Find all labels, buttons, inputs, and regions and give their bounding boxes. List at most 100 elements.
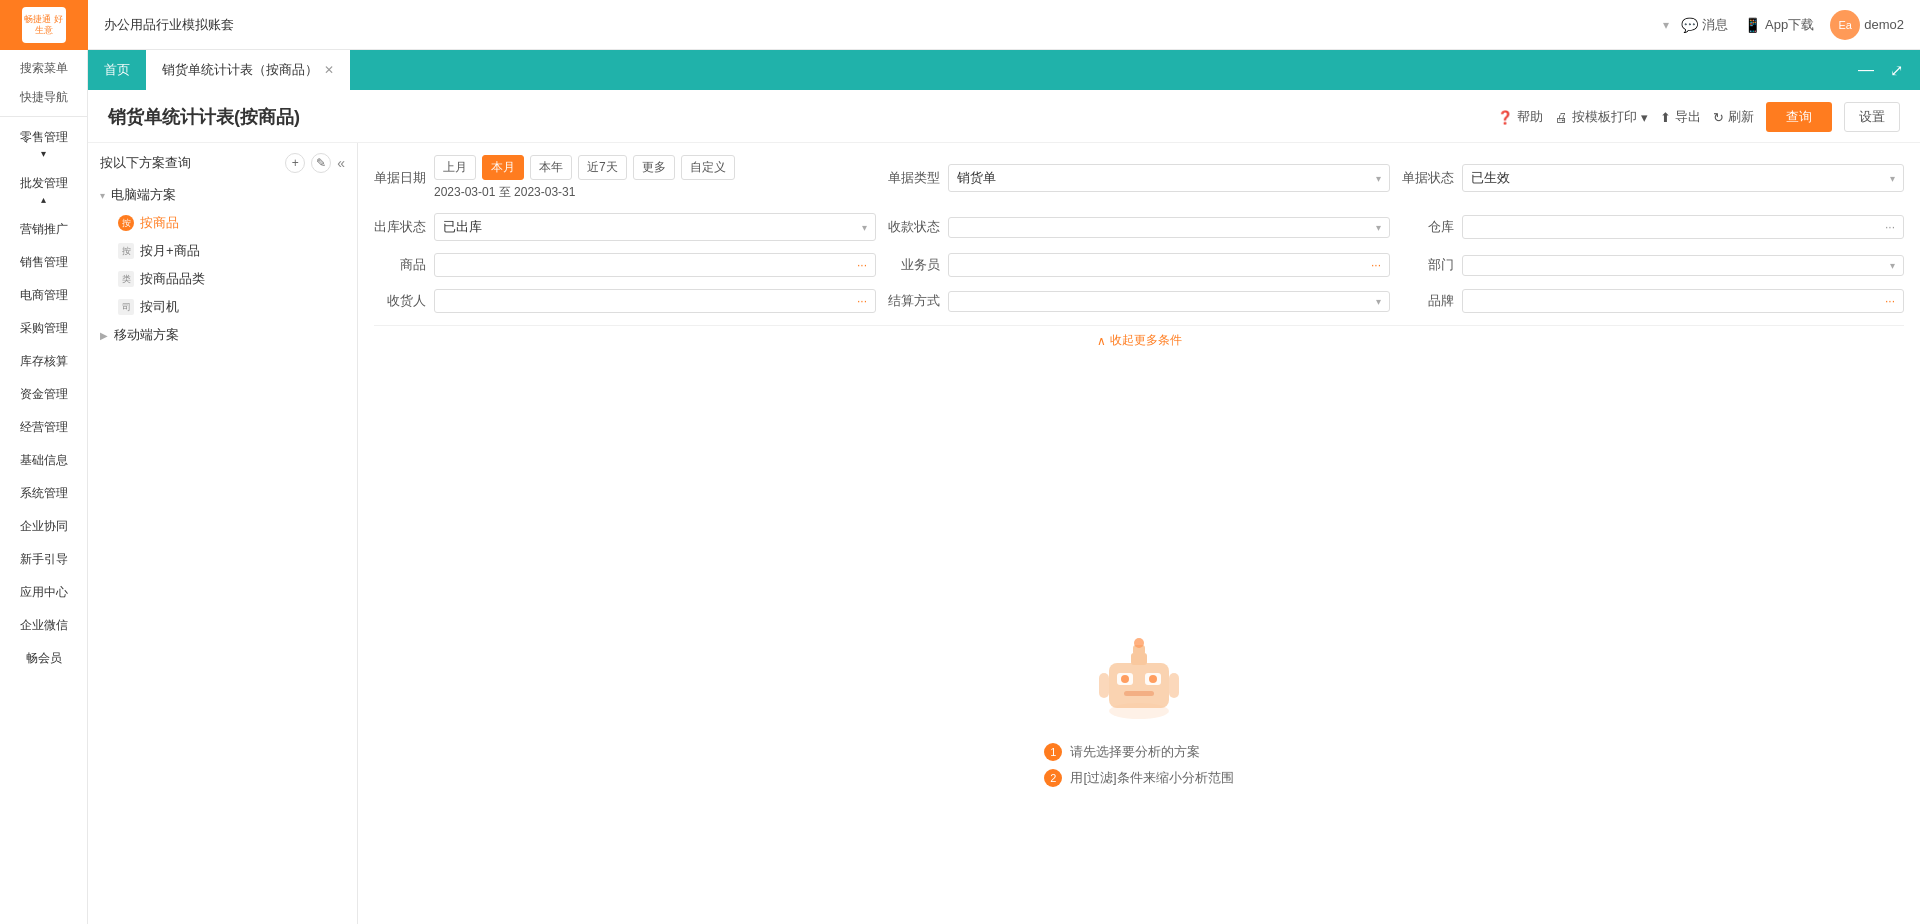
message-icon: 💬 [1681, 17, 1698, 33]
right-section: 单据日期 上月 本月 本年 近7天 更多 自定义 [358, 143, 1920, 924]
sidebar-item-member[interactable]: 畅会员 [0, 642, 87, 675]
chevron-down-icon: ▾ [1376, 222, 1381, 233]
sidebar-item-system[interactable]: 系统管理 [0, 477, 87, 510]
sidebar-item-label: 基础信息 [20, 452, 68, 469]
sidebar-item-wholesale[interactable]: 批发管理 ▴ [0, 167, 87, 213]
query-button[interactable]: 查询 [1766, 102, 1832, 132]
sidebar-item-inventory[interactable]: 库存核算 [0, 345, 87, 378]
date-last-month-btn[interactable]: 上月 [434, 155, 476, 180]
filter-row-1: 单据日期 上月 本月 本年 近7天 更多 自定义 [374, 155, 1904, 201]
left-panel-title: 按以下方案查询 [100, 154, 191, 172]
sidebar-item-apps[interactable]: 应用中心 [0, 576, 87, 609]
tree-child-by-month-goods[interactable]: 按 按月+商品 [88, 237, 357, 265]
sidebar-item-finance[interactable]: 资金管理 [0, 378, 87, 411]
refresh-button[interactable]: ↻ 刷新 [1713, 108, 1754, 126]
tree-parent-mobile[interactable]: ▶ 移动端方案 [88, 321, 357, 349]
date-label: 单据日期 [374, 169, 434, 187]
brand-select[interactable]: ··· [1462, 289, 1904, 313]
sidebar-item-basic[interactable]: 基础信息 [0, 444, 87, 477]
tab-minimize-button[interactable]: — [1854, 58, 1878, 82]
download-icon: 📱 [1744, 17, 1761, 33]
print-button[interactable]: 🖨 按模板打印 ▾ [1555, 108, 1648, 126]
date-this-month-btn[interactable]: 本月 [482, 155, 524, 180]
industry-title: 办公用品行业模拟账套 [104, 16, 1651, 34]
tab-maximize-button[interactable]: ⤢ [1884, 58, 1908, 82]
chevron-down-icon: ▾ [1890, 173, 1895, 184]
empty-illustration [1079, 623, 1199, 723]
sidebar-item-wechat[interactable]: 企业微信 [0, 609, 87, 642]
tree-child-by-goods[interactable]: 按 按商品 [88, 209, 357, 237]
help-button[interactable]: ❓ 帮助 [1497, 108, 1543, 126]
dots-icon: ··· [857, 294, 867, 308]
sidebar-item-quick-nav[interactable]: 快捷导航 [0, 83, 87, 117]
dept-select[interactable]: ▾ [1462, 255, 1904, 276]
out-status-filter: 出库状态 已出库 ▾ [374, 213, 876, 241]
payment-status-filter: 收款状态 ▾ [888, 213, 1390, 241]
sidebar-item-label: 营销推广 [20, 221, 68, 238]
doc-status-filter: 单据状态 已生效 ▾ [1402, 155, 1904, 201]
payment-status-label: 收款状态 [888, 218, 948, 236]
content-inner: 销货单统计计表(按商品) ❓ 帮助 🖨 按模板打印 ▾ ⬆ 导出 [88, 90, 1920, 924]
doc-status-select[interactable]: 已生效 ▾ [1462, 164, 1904, 192]
dropdown-icon[interactable]: ▾ [1663, 18, 1669, 32]
tab-sales-stats[interactable]: 销货单统计计表（按商品） ✕ [146, 50, 350, 90]
empty-state: 1 请先选择要分析的方案 2 用[过滤]条件来缩小分析范围 [358, 486, 1920, 925]
sidebar-item-newbie[interactable]: 新手引导 [0, 543, 87, 576]
help-icon: ❓ [1497, 110, 1513, 125]
svg-rect-1 [1109, 663, 1169, 708]
collapse-panel-button[interactable]: « [337, 155, 345, 171]
collapse-filters-button[interactable]: ∧ 收起更多条件 [374, 325, 1904, 355]
filter-panel: 单据日期 上月 本月 本年 近7天 更多 自定义 [358, 143, 1920, 486]
receiver-select[interactable]: ··· [434, 289, 876, 313]
out-status-select[interactable]: 已出库 ▾ [434, 213, 876, 241]
warehouse-filter: 仓库 ··· [1402, 213, 1904, 241]
goods-select[interactable]: ··· [434, 253, 876, 277]
tree-child-by-category[interactable]: 类 按商品品类 [88, 265, 357, 293]
sidebar-item-enterprise[interactable]: 企业协同 [0, 510, 87, 543]
settings-button[interactable]: 设置 [1844, 102, 1900, 132]
avatar: Ea [1830, 10, 1860, 40]
active-scheme-icon: 按 [118, 215, 134, 231]
add-scheme-button[interactable]: + [285, 153, 305, 173]
dots-icon: ··· [1885, 220, 1895, 234]
sidebar-item-operation[interactable]: 经营管理 [0, 411, 87, 444]
brand-filter: 品牌 ··· [1402, 289, 1904, 313]
filter-row-3: 商品 ··· 业务员 ··· [374, 253, 1904, 277]
empty-tip-1: 1 请先选择要分析的方案 [1044, 743, 1233, 761]
message-button[interactable]: 💬 消息 [1681, 16, 1728, 34]
sidebar-item-retail[interactable]: 零售管理 ▾ [0, 121, 87, 167]
app-download-button[interactable]: 📱 App下载 [1744, 16, 1814, 34]
date-custom-btn[interactable]: 自定义 [681, 155, 735, 180]
dots-icon: ··· [857, 258, 867, 272]
warehouse-select[interactable]: ··· [1462, 215, 1904, 239]
doc-type-select[interactable]: 销货单 ▾ [948, 164, 1390, 192]
tab-close-icon[interactable]: ✕ [324, 63, 334, 77]
payment-status-select[interactable]: ▾ [948, 217, 1390, 238]
settlement-select[interactable]: ▾ [948, 291, 1390, 312]
sales-stats-tab-label: 销货单统计计表（按商品） [162, 61, 318, 79]
edit-scheme-button[interactable]: ✎ [311, 153, 331, 173]
sidebar-item-label: 采购管理 [20, 320, 68, 337]
tree-parent-label: 电脑端方案 [111, 186, 176, 204]
empty-tips: 1 请先选择要分析的方案 2 用[过滤]条件来缩小分析范围 [1044, 743, 1233, 787]
sidebar-item-label: 企业协同 [20, 518, 68, 535]
date-more-btn[interactable]: 更多 [633, 155, 675, 180]
tree-parent-desktop[interactable]: ▾ 电脑端方案 [88, 181, 357, 209]
dept-filter: 部门 ▾ [1402, 253, 1904, 277]
sidebar-item-ecommerce[interactable]: 电商管理 [0, 279, 87, 312]
user-profile[interactable]: Ea demo2 [1830, 10, 1904, 40]
date-this-year-btn[interactable]: 本年 [530, 155, 572, 180]
sidebar-item-purchase[interactable]: 采购管理 [0, 312, 87, 345]
doc-type-value: 销货单 [957, 169, 996, 187]
date-last-7days-btn[interactable]: 近7天 [578, 155, 627, 180]
salesman-select[interactable]: ··· [948, 253, 1390, 277]
tab-home[interactable]: 首页 [88, 50, 146, 90]
receiver-label: 收货人 [374, 292, 434, 310]
sidebar-item-search[interactable]: 搜索菜单 [0, 50, 87, 83]
collapse-up-icon: ∧ [1097, 334, 1106, 348]
export-button[interactable]: ⬆ 导出 [1660, 108, 1701, 126]
sidebar-item-marketing[interactable]: 营销推广 [0, 213, 87, 246]
tree-child-by-driver[interactable]: 司 按司机 [88, 293, 357, 321]
refresh-icon: ↻ [1713, 110, 1724, 125]
sidebar-item-sales[interactable]: 销售管理 [0, 246, 87, 279]
